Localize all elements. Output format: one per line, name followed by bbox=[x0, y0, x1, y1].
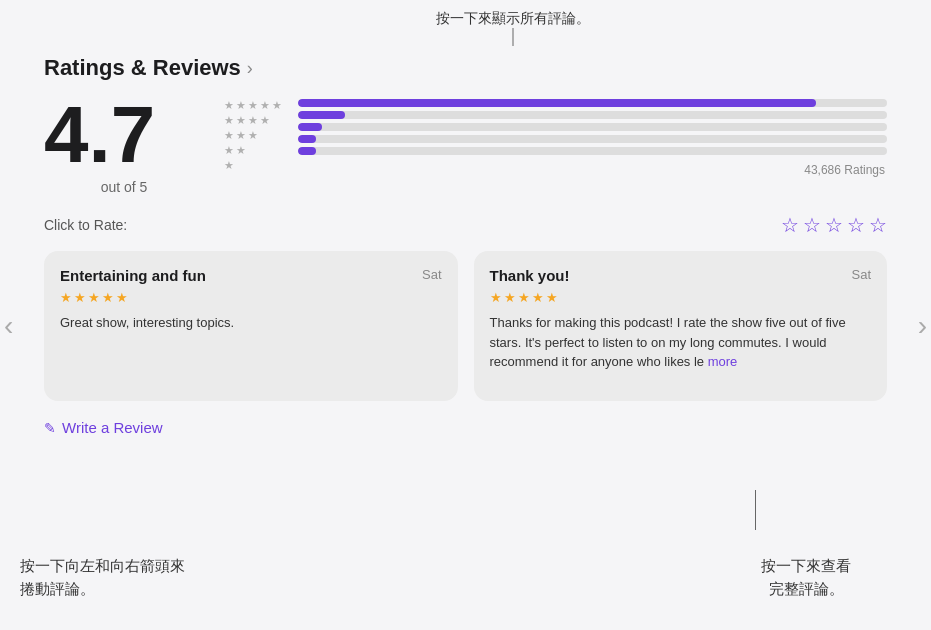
star-sym: ★ bbox=[248, 114, 258, 127]
review-header-2: Thank you! Sat bbox=[490, 267, 872, 284]
review-more-link[interactable]: more bbox=[708, 354, 738, 369]
star-row-2: ★ ★ bbox=[224, 144, 282, 157]
section-header[interactable]: Ratings & Reviews › bbox=[44, 55, 887, 81]
star-matrix: ★ ★ ★ ★ ★ ★ ★ ★ ★ ★ ★ ★ ★ bbox=[224, 99, 282, 172]
review-star: ★ bbox=[504, 290, 516, 305]
bar-fill bbox=[298, 135, 316, 143]
bar-fill bbox=[298, 147, 316, 155]
star-sym: ★ bbox=[248, 99, 258, 112]
section-chevron-icon: › bbox=[247, 58, 253, 79]
star-sym: ★ bbox=[236, 114, 246, 127]
star-sym: ★ bbox=[224, 114, 234, 127]
review-star: ★ bbox=[88, 290, 100, 305]
bar-track bbox=[298, 111, 887, 119]
bar-fill bbox=[298, 99, 816, 107]
review-body-2: Thanks for making this podcast! I rate t… bbox=[490, 313, 872, 372]
interactive-rate-stars[interactable]: ☆ ☆ ☆ ☆ ☆ bbox=[781, 213, 887, 237]
review-star: ★ bbox=[102, 290, 114, 305]
write-review-icon: ✎ bbox=[44, 420, 56, 436]
bar-fill bbox=[298, 123, 322, 131]
star-sym: ★ bbox=[224, 129, 234, 142]
review-stars-1: ★ ★ ★ ★ ★ bbox=[60, 290, 442, 305]
star-sym: ★ bbox=[224, 99, 234, 112]
star-sym: ★ bbox=[236, 129, 246, 142]
main-container: Ratings & Reviews › 4.7 out of 5 ★ ★ ★ ★… bbox=[44, 55, 887, 436]
bar-item-2 bbox=[298, 135, 887, 143]
bar-item-1 bbox=[298, 147, 887, 155]
review-title-2: Thank you! bbox=[490, 267, 570, 284]
click-to-rate-row: Click to Rate: ☆ ☆ ☆ ☆ ☆ bbox=[44, 213, 887, 237]
rate-star-5[interactable]: ☆ bbox=[869, 213, 887, 237]
click-to-rate-label: Click to Rate: bbox=[44, 217, 127, 233]
review-star: ★ bbox=[532, 290, 544, 305]
bar-item-4 bbox=[298, 111, 887, 119]
bar-track bbox=[298, 147, 887, 155]
star-sym: ★ bbox=[248, 129, 258, 142]
star-sym: ★ bbox=[260, 114, 270, 127]
rate-star-4[interactable]: ☆ bbox=[847, 213, 865, 237]
ratings-area: 4.7 out of 5 ★ ★ ★ ★ ★ ★ ★ ★ ★ bbox=[44, 95, 887, 195]
review-body-text-2: Thanks for making this podcast! I rate t… bbox=[490, 315, 846, 369]
star-sym: ★ bbox=[224, 144, 234, 157]
nav-arrow-right[interactable]: › bbox=[918, 310, 927, 342]
review-card-2: Thank you! Sat ★ ★ ★ ★ ★ Thanks for maki… bbox=[474, 251, 888, 401]
bar-item-5 bbox=[298, 99, 887, 107]
review-title-1: Entertaining and fun bbox=[60, 267, 206, 284]
bar-track bbox=[298, 99, 887, 107]
rate-star-2[interactable]: ☆ bbox=[803, 213, 821, 237]
bar-track bbox=[298, 123, 887, 131]
tooltip-full-review: 按一下來查看 完整評論。 bbox=[761, 555, 851, 600]
review-date-1: Sat bbox=[422, 267, 442, 282]
star-sym: ★ bbox=[272, 99, 282, 112]
star-row-3: ★ ★ ★ bbox=[224, 129, 282, 142]
review-star: ★ bbox=[116, 290, 128, 305]
review-header-1: Entertaining and fun Sat bbox=[60, 267, 442, 284]
write-review-link[interactable]: Write a Review bbox=[62, 419, 163, 436]
review-star: ★ bbox=[490, 290, 502, 305]
review-stars-2: ★ ★ ★ ★ ★ bbox=[490, 290, 872, 305]
star-row-1: ★ bbox=[224, 159, 282, 172]
star-row-4: ★ ★ ★ ★ bbox=[224, 114, 282, 127]
big-score: 4.7 out of 5 bbox=[44, 95, 204, 195]
review-star: ★ bbox=[74, 290, 86, 305]
section-title: Ratings & Reviews bbox=[44, 55, 241, 81]
star-row-5: ★ ★ ★ ★ ★ bbox=[224, 99, 282, 112]
review-star: ★ bbox=[60, 290, 72, 305]
star-sym: ★ bbox=[236, 144, 246, 157]
star-sym: ★ bbox=[260, 99, 270, 112]
stars-bars-area: ★ ★ ★ ★ ★ ★ ★ ★ ★ ★ ★ ★ ★ bbox=[224, 95, 887, 177]
tooltip-line-right bbox=[755, 490, 756, 530]
total-ratings-label: 43,686 Ratings bbox=[298, 163, 887, 177]
review-star: ★ bbox=[546, 290, 558, 305]
star-sym: ★ bbox=[224, 159, 234, 172]
nav-arrow-left[interactable]: ‹ bbox=[4, 310, 13, 342]
tooltip-scroll-arrows: 按一下向左和向右箭頭來 捲動評論。 bbox=[20, 555, 185, 600]
bar-track bbox=[298, 135, 887, 143]
bar-fill bbox=[298, 111, 345, 119]
reviews-row: ‹ Entertaining and fun Sat ★ ★ ★ ★ ★ Gre… bbox=[44, 251, 887, 401]
out-of-label: out of 5 bbox=[44, 179, 204, 195]
review-star: ★ bbox=[518, 290, 530, 305]
big-rating-number: 4.7 bbox=[44, 95, 204, 175]
rate-star-1[interactable]: ☆ bbox=[781, 213, 799, 237]
bar-item-3 bbox=[298, 123, 887, 131]
star-sym: ★ bbox=[236, 99, 246, 112]
review-date-2: Sat bbox=[851, 267, 871, 282]
write-review-area: ✎ Write a Review bbox=[44, 419, 887, 436]
review-card-1: Entertaining and fun Sat ★ ★ ★ ★ ★ Great… bbox=[44, 251, 458, 401]
review-body-1: Great show, interesting topics. bbox=[60, 313, 442, 333]
tooltip-show-all: 按一下來顯示所有評論。 bbox=[436, 10, 590, 28]
rate-star-3[interactable]: ☆ bbox=[825, 213, 843, 237]
rating-bars bbox=[298, 99, 887, 155]
